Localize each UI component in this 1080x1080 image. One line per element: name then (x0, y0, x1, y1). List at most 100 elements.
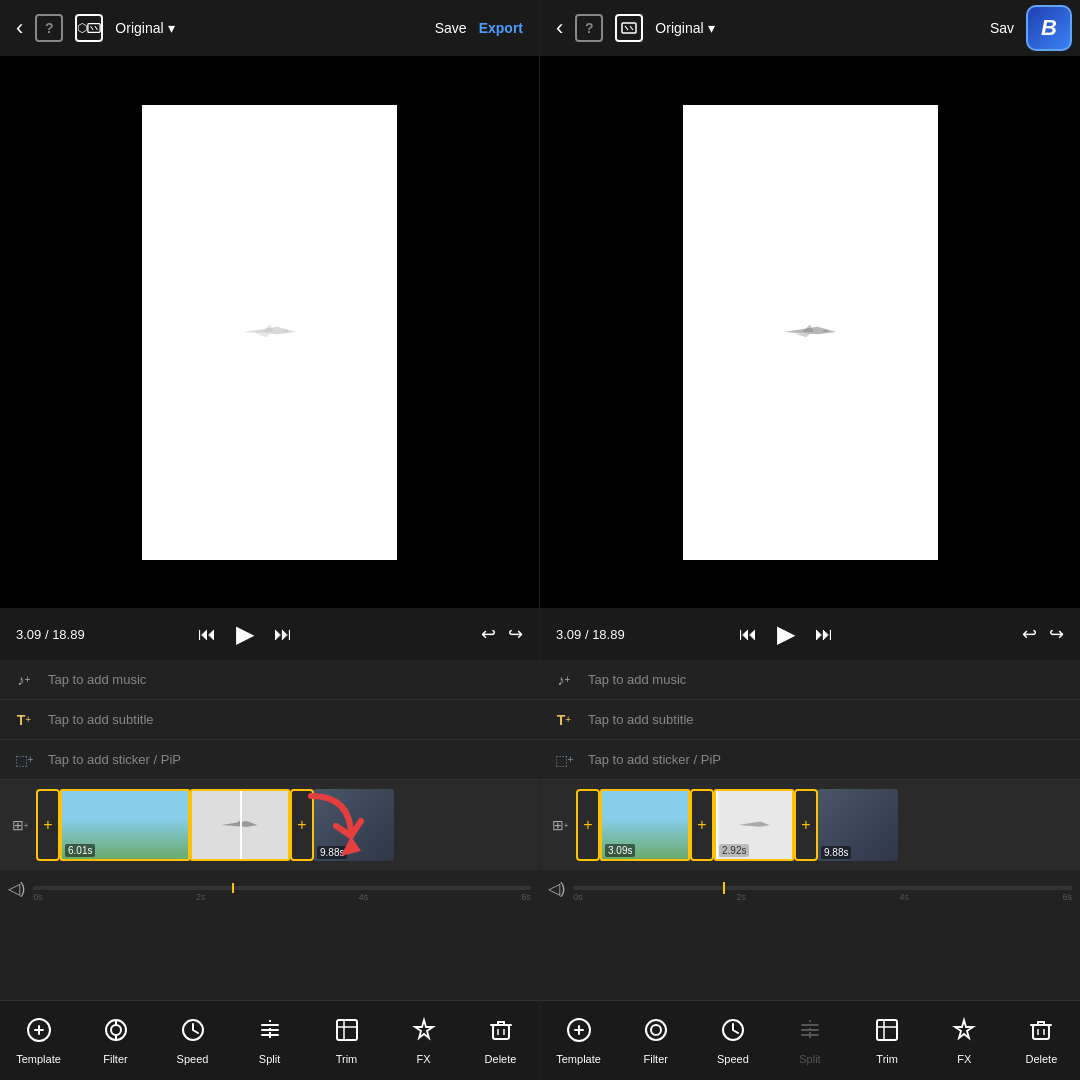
clip-grid-icon[interactable]: ⊞+ (4, 809, 36, 841)
svg-point-15 (651, 1025, 661, 1035)
tool-trim[interactable]: Trim (317, 1017, 377, 1065)
right-filter-icon (643, 1017, 669, 1049)
right-clip-add-mid1[interactable]: + (690, 789, 714, 861)
right-ratio-arrow: ▾ (708, 20, 715, 36)
volume-icon[interactable]: ◁) (8, 879, 25, 898)
clip-add-before[interactable]: + (36, 789, 60, 861)
right-music-track-label: Tap to add music (580, 672, 686, 687)
right-help-icon[interactable]: ? (575, 14, 603, 42)
right-split-icon (797, 1017, 823, 1049)
right-subtitle-track: T+ Tap to add subtitle (540, 700, 1080, 740)
right-timeline: ♪+ Tap to add music T+ Tap to add subtit… (540, 660, 1080, 1000)
right-aspect-icon (615, 14, 643, 42)
split-label: Split (259, 1053, 280, 1065)
right-split-label: Split (799, 1053, 820, 1065)
right-back-button[interactable]: ‹ (556, 15, 563, 41)
right-tool-trim[interactable]: Trim (857, 1017, 917, 1065)
tool-speed[interactable]: Speed (163, 1017, 223, 1065)
right-playback-controls: ⏮ ▶ ⏭ (739, 620, 833, 648)
skip-fwd-button[interactable]: ⏭ (274, 624, 292, 645)
redo-button[interactable]: ↪ (508, 623, 523, 645)
left-bottom-toolbar: Template Filter Speed Split Trim (0, 1000, 539, 1080)
right-skip-back-button[interactable]: ⏮ (739, 624, 757, 645)
left-header: ‹ ? Original ▾ Save Export (0, 0, 539, 56)
right-clip-grid-icon[interactable]: ⊞+ (544, 809, 576, 841)
left-music-track: ♪+ Tap to add music (0, 660, 539, 700)
back-button[interactable]: ‹ (16, 15, 23, 41)
tool-template[interactable]: Template (9, 1017, 69, 1065)
right-clip-add-before[interactable]: + (576, 789, 600, 861)
right-delete-icon (1028, 1017, 1054, 1049)
sticker-track-label: Tap to add sticker / PiP (40, 752, 181, 767)
right-header-right: Sav B (990, 5, 1072, 51)
ratio-label[interactable]: Original ▾ (115, 20, 174, 36)
subtitle-track-label: Tap to add subtitle (40, 712, 154, 727)
left-timeline: ♪+ Tap to add music T+ Tap to add subtit… (0, 660, 539, 1000)
right-volume-timeline: 0s 2s 4s 6s (573, 886, 1072, 890)
svg-rect-12 (622, 23, 636, 33)
svg-rect-19 (1033, 1025, 1049, 1039)
right-delete-label: Delete (1026, 1053, 1058, 1065)
save-button[interactable]: Save (435, 20, 467, 36)
right-redo-button[interactable]: ↪ (1049, 623, 1064, 645)
clip-2[interactable] (190, 789, 290, 861)
volume-timeline: 0s 2s 4s 6s (33, 886, 531, 890)
play-button[interactable]: ▶ (236, 620, 254, 648)
right-undo-button[interactable]: ↩ (1022, 623, 1037, 645)
right-play-button[interactable]: ▶ (777, 620, 795, 648)
right-save-button[interactable]: Sav (990, 20, 1014, 36)
subtitle-add-icon[interactable]: T+ (8, 704, 40, 736)
right-tool-filter[interactable]: Filter (626, 1017, 686, 1065)
right-clip-1[interactable]: 3.09s (600, 789, 690, 861)
right-ratio-label[interactable]: Original ▾ (655, 20, 714, 36)
undo-button[interactable]: ↩ (481, 623, 496, 645)
ratio-arrow: ▾ (168, 20, 175, 36)
right-time-display: 3.09 / 18.89 (556, 627, 636, 642)
tool-delete[interactable]: Delete (471, 1017, 531, 1065)
svg-rect-0 (88, 24, 100, 33)
right-tool-split[interactable]: Split (780, 1017, 840, 1065)
right-music-add-icon[interactable]: ♪+ (548, 664, 580, 696)
music-track-label: Tap to add music (40, 672, 146, 687)
right-tool-delete[interactable]: Delete (1011, 1017, 1071, 1065)
right-tool-speed[interactable]: Speed (703, 1017, 763, 1065)
right-filter-label: Filter (643, 1053, 667, 1065)
tool-split[interactable]: Split (240, 1017, 300, 1065)
export-button[interactable]: Export (479, 20, 523, 36)
speed-label: Speed (177, 1053, 209, 1065)
right-sticker-add-icon[interactable]: ⬚+ (548, 744, 580, 776)
left-volume-row: ◁) 0s 2s 4s 6s (0, 870, 539, 906)
right-tool-fx[interactable]: FX (934, 1017, 994, 1065)
right-clip-1-duration: 3.09s (605, 844, 635, 857)
right-fx-label: FX (957, 1053, 971, 1065)
music-add-icon[interactable]: ♪+ (8, 664, 40, 696)
right-volume-icon[interactable]: ◁) (548, 879, 565, 898)
tool-filter[interactable]: Filter (86, 1017, 146, 1065)
sticker-add-icon[interactable]: ⬚+ (8, 744, 40, 776)
svg-rect-9 (493, 1025, 509, 1039)
right-clip-add-mid2[interactable]: + (794, 789, 818, 861)
right-header-left: ‹ ? Original ▾ (556, 14, 715, 42)
right-clip-2-highlighted[interactable]: 2.92s (714, 789, 794, 861)
left-header-left: ‹ ? Original ▾ (16, 14, 175, 42)
right-template-label: Template (556, 1053, 601, 1065)
right-subtitle-add-icon[interactable]: T+ (548, 704, 580, 736)
clip-1[interactable]: 6.01s (60, 789, 190, 861)
right-clip-3[interactable]: 9.88s (818, 789, 898, 861)
fx-icon (411, 1017, 437, 1049)
tool-fx[interactable]: FX (394, 1017, 454, 1065)
right-speed-label: Speed (717, 1053, 749, 1065)
playhead-line (240, 791, 242, 859)
right-undo-redo: ↩ ↪ (1022, 623, 1064, 645)
right-skip-fwd-button[interactable]: ⏭ (815, 624, 833, 645)
left-sticker-track: ⬚+ Tap to add sticker / PiP (0, 740, 539, 780)
left-header-right: Save Export (435, 20, 523, 36)
right-tool-template[interactable]: Template (549, 1017, 609, 1065)
skip-back-button[interactable]: ⏮ (198, 624, 216, 645)
right-speed-icon (720, 1017, 746, 1049)
svg-rect-18 (877, 1020, 897, 1040)
right-clips-row: ⊞+ + 3.09s + 2.92s + (540, 780, 1080, 870)
help-icon[interactable]: ? (35, 14, 63, 42)
aspect-ratio-icon (75, 14, 103, 42)
split-icon (257, 1017, 283, 1049)
